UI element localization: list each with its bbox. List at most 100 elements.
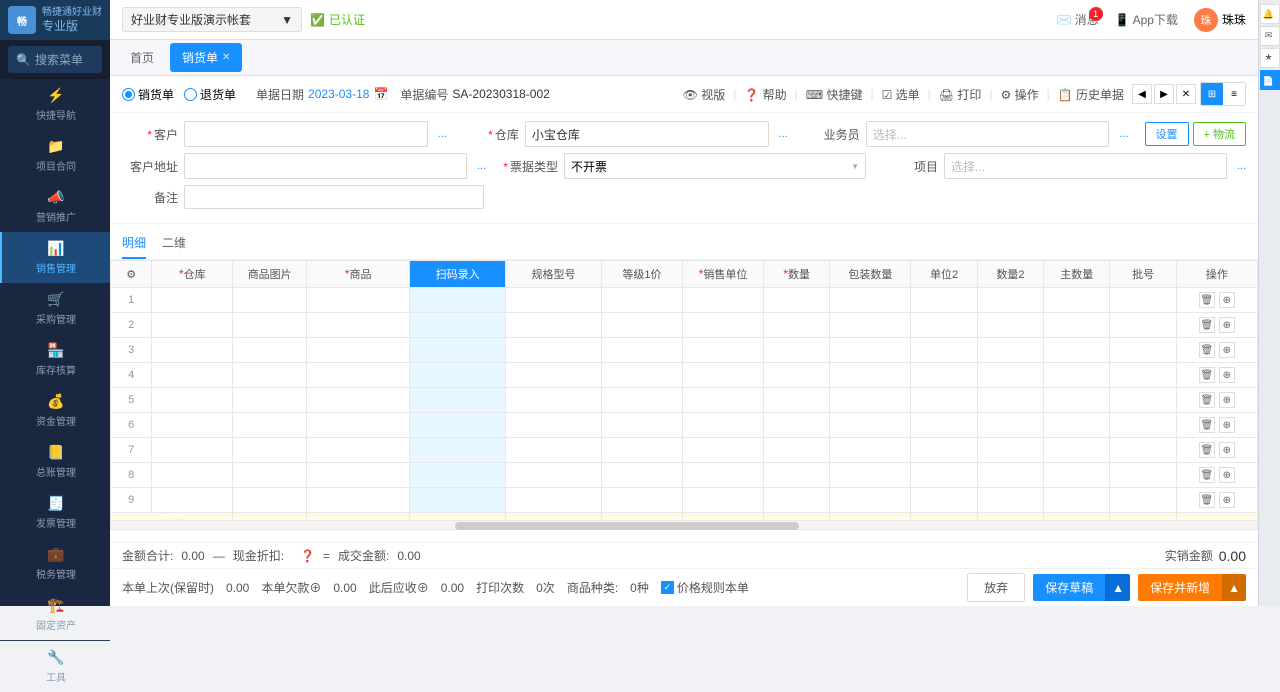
customer-more[interactable]: ... <box>438 128 447 140</box>
row-pack-3[interactable] <box>830 338 911 363</box>
row-product-3[interactable] <box>307 338 410 363</box>
debt-label[interactable]: 本单欠款⊕ <box>261 579 321 596</box>
row-delete-8[interactable]: 🗑 <box>1199 467 1215 483</box>
row-grade-6[interactable] <box>601 413 682 438</box>
save-new-button[interactable]: 保存并新增 <box>1138 574 1222 601</box>
row-grade-7[interactable] <box>601 438 682 463</box>
row-unit-3[interactable] <box>682 338 763 363</box>
row-pack-1[interactable] <box>830 288 911 313</box>
grid-view-btn[interactable]: ⊞ <box>1201 83 1223 105</box>
row-spec-3[interactable] <box>506 338 602 363</box>
row-copy-7[interactable]: ⊕ <box>1219 442 1235 458</box>
tab-2d[interactable]: 二维 <box>162 230 186 259</box>
right-btn-1[interactable]: 🔔 <box>1260 4 1280 24</box>
row-delete-6[interactable]: 🗑 <box>1199 417 1215 433</box>
logistics-button[interactable]: + 物流 <box>1193 122 1246 146</box>
row-delete-5[interactable]: 🗑 <box>1199 392 1215 408</box>
row-unit-4[interactable] <box>682 363 763 388</box>
row-delete-4[interactable]: 🗑 <box>1199 367 1215 383</box>
operation-action[interactable]: ⚙ 操作 <box>997 84 1043 105</box>
row-grade-2[interactable] <box>601 313 682 338</box>
row-copy-3[interactable]: ⊕ <box>1219 342 1235 358</box>
customer-input[interactable] <box>184 121 428 147</box>
right-btn-2[interactable]: ✉ <box>1260 26 1280 46</box>
row-copy-4[interactable]: ⊕ <box>1219 367 1235 383</box>
tab-sales-order[interactable]: 销货单 ✕ <box>170 43 242 72</box>
address-more[interactable]: ... <box>477 160 486 172</box>
row-main-5[interactable] <box>1044 388 1110 413</box>
row-main-6[interactable] <box>1044 413 1110 438</box>
abandon-button[interactable]: 放弃 <box>967 573 1025 602</box>
row-product-1[interactable] <box>307 288 410 313</box>
row-unit-9[interactable] <box>682 488 763 513</box>
help-action[interactable]: ❓ 帮助 <box>740 84 790 105</box>
row-unit-7[interactable] <box>682 438 763 463</box>
row-product-7[interactable] <box>307 438 410 463</box>
print-action[interactable]: 🖨 打印 <box>935 84 986 105</box>
sidebar-item-marketing[interactable]: 📣 营销推广 <box>0 181 110 232</box>
row-batch-5[interactable] <box>1110 388 1176 413</box>
sidebar-item-capital[interactable]: 💰 资金管理 <box>0 385 110 436</box>
sidebar-item-tax[interactable]: 💼 税务管理 <box>0 538 110 589</box>
row-warehouse-3[interactable] <box>152 338 233 363</box>
draft-button[interactable]: 保存草稿 <box>1033 574 1105 601</box>
row-grade-5[interactable] <box>601 388 682 413</box>
sidebar-item-tools[interactable]: 🔧 工具 <box>0 641 110 692</box>
row-qty2-3[interactable] <box>977 338 1043 363</box>
row-delete-2[interactable]: 🗑 <box>1199 317 1215 333</box>
user-menu[interactable]: 珠 珠珠 <box>1194 8 1246 32</box>
table-scrollbar[interactable] <box>110 520 1258 530</box>
address-input[interactable] <box>184 153 467 179</box>
row-unit-2[interactable] <box>682 313 763 338</box>
row-entry-6[interactable] <box>410 413 506 438</box>
row-grade-9[interactable] <box>601 488 682 513</box>
row-qty-9[interactable] <box>764 488 830 513</box>
row-product-4[interactable] <box>307 363 410 388</box>
radio-sales-order[interactable]: 销货单 <box>122 86 174 103</box>
tab-home[interactable]: 首页 <box>118 43 166 72</box>
row-spec-5[interactable] <box>506 388 602 413</box>
prev-arrow[interactable]: ◀ <box>1132 84 1152 104</box>
row-pack-6[interactable] <box>830 413 911 438</box>
save-new-dropdown-button[interactable]: ▲ <box>1222 574 1246 601</box>
radio-return-order[interactable]: 退货单 <box>184 86 236 103</box>
row-delete-1[interactable]: 🗑 <box>1199 292 1215 308</box>
row-entry-4[interactable] <box>410 363 506 388</box>
sidebar-item-fixed[interactable]: 🏗️ 固定资产 <box>0 589 110 640</box>
row-qty2-4[interactable] <box>977 363 1043 388</box>
table-container[interactable]: ⚙ *仓库 商品图片 *商品 扫码录入 规格型号 等级1价 <box>110 260 1258 520</box>
row-product-2[interactable] <box>307 313 410 338</box>
row-main-7[interactable] <box>1044 438 1110 463</box>
row-spec-6[interactable] <box>506 413 602 438</box>
sidebar-item-sales[interactable]: 📊 销售管理 <box>0 232 110 283</box>
row-copy-2[interactable]: ⊕ <box>1219 317 1235 333</box>
row-main-4[interactable] <box>1044 363 1110 388</box>
row-warehouse-1[interactable] <box>152 288 233 313</box>
row-product-6[interactable] <box>307 413 410 438</box>
app-download-button[interactable]: 📱 App下载 <box>1115 11 1178 28</box>
row-warehouse-9[interactable] <box>152 488 233 513</box>
invoice-select[interactable]: 不开票 ▼ <box>564 153 866 179</box>
close-form-btn[interactable]: ✕ <box>1176 84 1196 104</box>
row-entry-8[interactable] <box>410 463 506 488</box>
sidebar-item-purchase[interactable]: 🛒 采购管理 <box>0 283 110 334</box>
row-unit2-1[interactable] <box>911 288 977 313</box>
row-warehouse-2[interactable] <box>152 313 233 338</box>
settings-button[interactable]: 设置 <box>1145 122 1189 146</box>
row-product-8[interactable] <box>307 463 410 488</box>
project-input[interactable]: 选择... <box>944 153 1227 179</box>
remark-input[interactable] <box>184 185 484 209</box>
row-batch-3[interactable] <box>1110 338 1176 363</box>
row-qty2-2[interactable] <box>977 313 1043 338</box>
row-grade-4[interactable] <box>601 363 682 388</box>
row-unit-8[interactable] <box>682 463 763 488</box>
row-unit2-7[interactable] <box>911 438 977 463</box>
row-qty2-9[interactable] <box>977 488 1043 513</box>
row-batch-7[interactable] <box>1110 438 1176 463</box>
salesperson-input[interactable]: 选择... <box>866 121 1110 147</box>
row-copy-1[interactable]: ⊕ <box>1219 292 1235 308</box>
row-qty2-6[interactable] <box>977 413 1043 438</box>
row-main-1[interactable] <box>1044 288 1110 313</box>
row-unit2-4[interactable] <box>911 363 977 388</box>
row-pack-8[interactable] <box>830 463 911 488</box>
